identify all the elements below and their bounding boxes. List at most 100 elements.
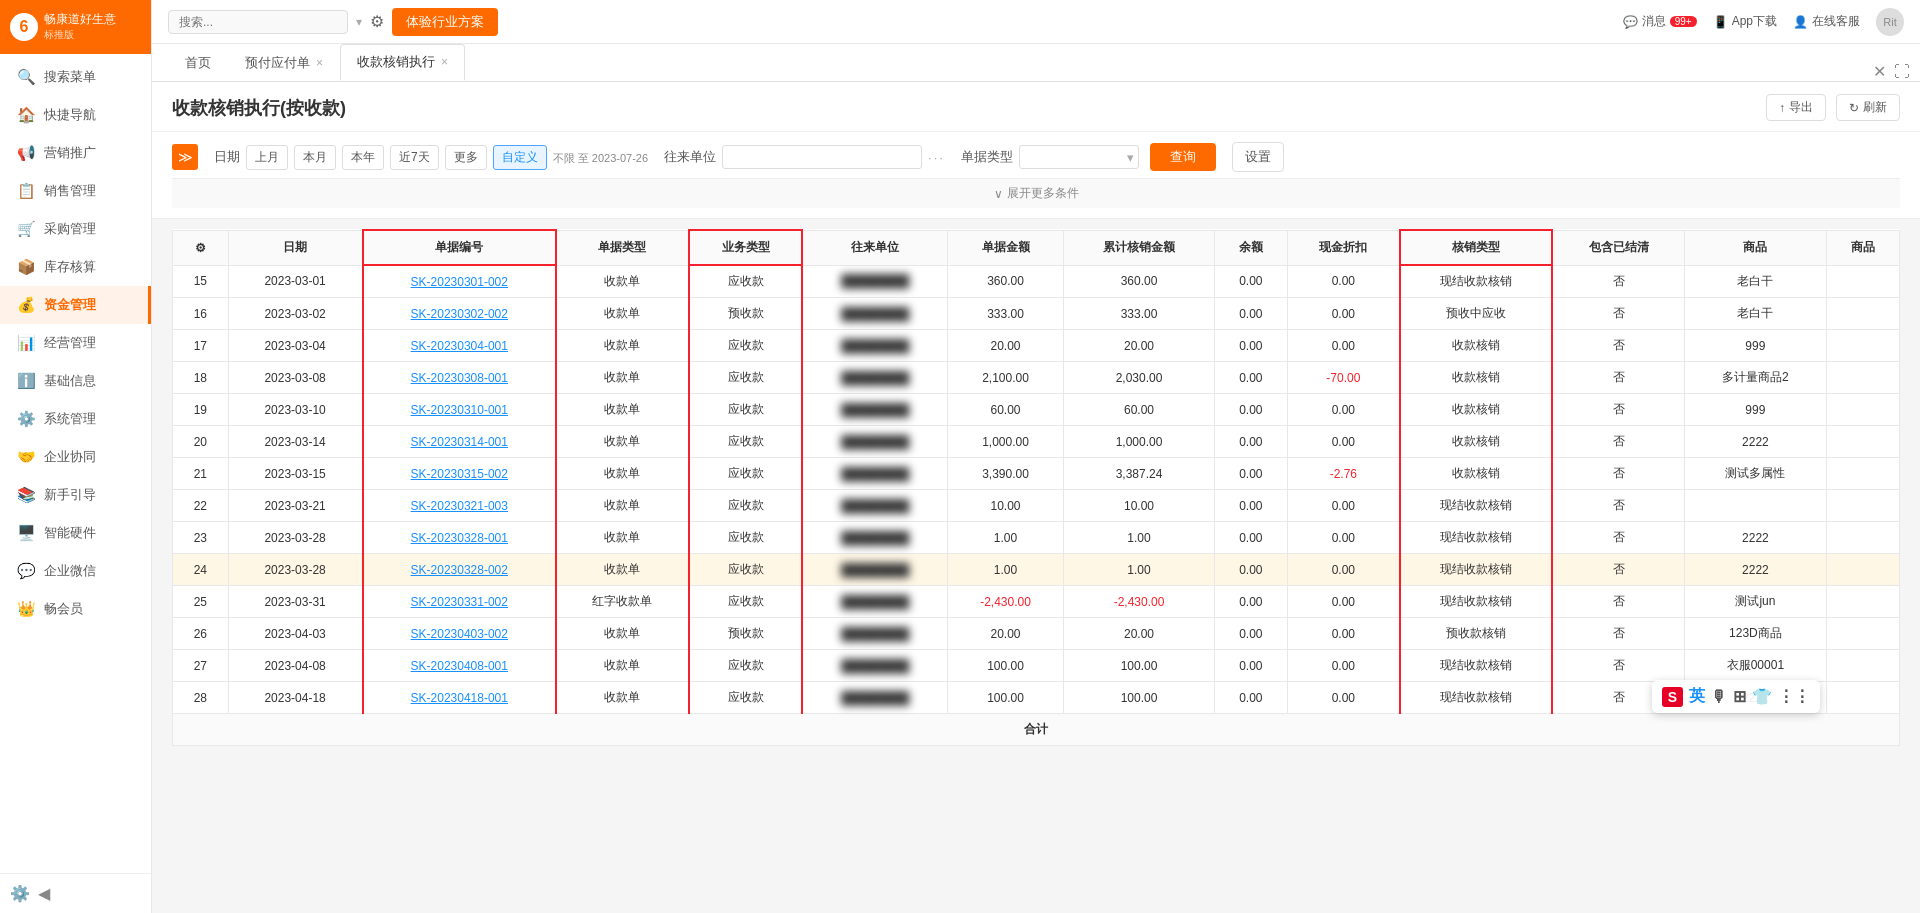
- cell-verifytype: 预收中应收: [1400, 298, 1552, 330]
- sidebar-item-inventory-label: 库存核算: [44, 258, 96, 276]
- table-row: 18 2023-03-08 SK-20230308-001 收款单 应收款 ██…: [173, 362, 1900, 394]
- doc-no-link[interactable]: SK-20230314-001: [411, 435, 508, 449]
- th-product1[interactable]: 商品: [1684, 230, 1826, 265]
- th-biztype[interactable]: 业务类型: [689, 230, 802, 265]
- doc-no-link[interactable]: SK-20230403-002: [411, 627, 508, 641]
- tab-home[interactable]: 首页: [168, 45, 228, 81]
- app-download-button[interactable]: 📱 App下载: [1713, 13, 1777, 30]
- sidebar-item-enterprise[interactable]: 🤝 企业协同: [0, 438, 151, 476]
- doc-no-link[interactable]: SK-20230310-001: [411, 403, 508, 417]
- th-date[interactable]: 日期: [228, 230, 362, 265]
- sidebar-item-wechat[interactable]: 💬 企业微信: [0, 552, 151, 590]
- sidebar-item-sales[interactable]: 📋 销售管理: [0, 172, 151, 210]
- doc-no-link[interactable]: SK-20230328-002: [411, 563, 508, 577]
- th-include-cleared[interactable]: 包含已结清: [1552, 230, 1684, 265]
- cell-amount: 2,100.00: [947, 362, 1063, 394]
- table-header-row: ⚙ 日期 单据编号 单据类型 业务类型 往来单位 单据金额 累计核销金额 余额 …: [173, 230, 1900, 265]
- doc-no-link[interactable]: SK-20230418-001: [411, 691, 508, 705]
- query-button[interactable]: 查询: [1150, 143, 1216, 171]
- filter-expand-button[interactable]: ∨ 展开更多条件: [172, 178, 1900, 208]
- tab-receipt[interactable]: 收款核销执行 ×: [340, 44, 465, 81]
- th-amount[interactable]: 单据金额: [947, 230, 1063, 265]
- sidebar-item-search[interactable]: 🔍 搜索菜单: [0, 58, 151, 96]
- th-docno[interactable]: 单据编号: [363, 230, 557, 265]
- cell-partner: ████████: [802, 650, 947, 682]
- cell-seq: 28: [173, 682, 229, 714]
- topbar-gear-icon[interactable]: ⚙: [370, 12, 384, 31]
- sidebar-item-marketing[interactable]: 📢 营销推广: [0, 134, 151, 172]
- cell-discount: 0.00: [1287, 330, 1400, 362]
- date-btn-this-year[interactable]: 本年: [342, 145, 384, 170]
- sidebar-item-member[interactable]: 👑 畅会员: [0, 590, 151, 628]
- tab-maximize-icon[interactable]: ⛶: [1894, 63, 1910, 81]
- cell-balance: 0.00: [1214, 458, 1287, 490]
- doc-no-link[interactable]: SK-20230301-002: [411, 275, 508, 289]
- sidebar-bottom: ⚙️ ◀: [0, 873, 151, 913]
- th-doctype[interactable]: 单据类型: [556, 230, 689, 265]
- doc-no-link[interactable]: SK-20230308-001: [411, 371, 508, 385]
- table-container[interactable]: ⚙ 日期 单据编号 单据类型 业务类型 往来单位 单据金额 累计核销金额 余额 …: [152, 219, 1920, 913]
- sidebar-item-guide[interactable]: 📚 新手引导: [0, 476, 151, 514]
- tab-prepay-close[interactable]: ×: [316, 56, 323, 70]
- refresh-button[interactable]: ↻ 刷新: [1836, 94, 1900, 121]
- sidebar-item-system[interactable]: ⚙️ 系统管理: [0, 400, 151, 438]
- doc-no-link[interactable]: SK-20230321-003: [411, 499, 508, 513]
- topbar-search-input[interactable]: [168, 10, 348, 34]
- table-row: 19 2023-03-10 SK-20230310-001 收款单 应收款 ██…: [173, 394, 1900, 426]
- date-btn-custom[interactable]: 自定义: [493, 145, 547, 170]
- online-service-button[interactable]: 👤 在线客服: [1793, 13, 1860, 30]
- date-btn-last-7-days[interactable]: 近7天: [390, 145, 439, 170]
- filter-settings-button[interactable]: 设置: [1232, 142, 1284, 172]
- doc-no-link[interactable]: SK-20230304-001: [411, 339, 508, 353]
- cell-include-cleared: 否: [1552, 554, 1684, 586]
- cell-discount: -2.76: [1287, 458, 1400, 490]
- th-balance[interactable]: 余额: [1214, 230, 1287, 265]
- topbar-left: ▾ ⚙ 体验行业方案: [168, 8, 1611, 36]
- sidebar-item-purchase[interactable]: 🛒 采购管理: [0, 210, 151, 248]
- cell-amount: -2,430.00: [947, 586, 1063, 618]
- sidebar-item-inventory[interactable]: 📦 库存核算: [0, 248, 151, 286]
- doc-no-link[interactable]: SK-20230328-001: [411, 531, 508, 545]
- tab-prepay[interactable]: 预付应付单 ×: [228, 45, 340, 81]
- export-button[interactable]: ↑ 导出: [1766, 94, 1826, 121]
- cell-date: 2023-03-14: [228, 426, 362, 458]
- tab-receipt-close[interactable]: ×: [441, 55, 448, 69]
- sidebar-item-basic[interactable]: ℹ️ 基础信息: [0, 362, 151, 400]
- table-row: 27 2023-04-08 SK-20230408-001 收款单 应收款 ██…: [173, 650, 1900, 682]
- logo-subtitle: 标推版: [44, 28, 116, 42]
- cell-accumulated: 3,387.24: [1064, 458, 1215, 490]
- date-btn-this-month[interactable]: 本月: [294, 145, 336, 170]
- message-button[interactable]: 💬 消息 99+: [1623, 13, 1697, 30]
- th-partner[interactable]: 往来单位: [802, 230, 947, 265]
- sidebar-item-hardware[interactable]: 🖥️ 智能硬件: [0, 514, 151, 552]
- topbar-dropdown-icon[interactable]: ▾: [356, 15, 362, 29]
- user-avatar[interactable]: Rit: [1876, 8, 1904, 36]
- cell-biztype: 预收款: [689, 298, 802, 330]
- doctype-filter-select[interactable]: 收款单 红字收款单: [1019, 145, 1139, 169]
- sidebar-item-finance[interactable]: 💰 资金管理: [0, 286, 151, 324]
- partner-filter-input[interactable]: [722, 145, 922, 169]
- settings-bottom-icon[interactable]: ⚙️: [10, 884, 30, 903]
- sidebar-item-operation[interactable]: 📊 经营管理: [0, 324, 151, 362]
- tabbar-actions: ✕ ⛶: [1863, 62, 1920, 81]
- cell-product1: 测试jun: [1684, 586, 1826, 618]
- th-settings[interactable]: ⚙: [173, 230, 229, 265]
- th-product2[interactable]: 商品: [1826, 230, 1899, 265]
- doc-no-link[interactable]: SK-20230302-002: [411, 307, 508, 321]
- th-accumulated[interactable]: 累计核销金额: [1064, 230, 1215, 265]
- industry-solution-button[interactable]: 体验行业方案: [392, 8, 498, 36]
- tab-close-all-icon[interactable]: ✕: [1873, 62, 1886, 81]
- th-discount[interactable]: 现金折扣: [1287, 230, 1400, 265]
- date-btn-more[interactable]: 更多: [445, 145, 487, 170]
- sidebar-item-quicknav[interactable]: 🏠 快捷导航: [0, 96, 151, 134]
- doc-no-link[interactable]: SK-20230315-002: [411, 467, 508, 481]
- th-verifytype[interactable]: 核销类型: [1400, 230, 1552, 265]
- cell-date: 2023-03-28: [228, 522, 362, 554]
- filter-collapse-button[interactable]: ≫: [172, 144, 198, 170]
- cell-partner: ████████: [802, 490, 947, 522]
- collapse-icon[interactable]: ◀: [38, 884, 50, 903]
- doc-no-link[interactable]: SK-20230408-001: [411, 659, 508, 673]
- doc-no-link[interactable]: SK-20230331-002: [411, 595, 508, 609]
- date-btn-last-month[interactable]: 上月: [246, 145, 288, 170]
- guide-icon: 📚: [16, 486, 36, 504]
